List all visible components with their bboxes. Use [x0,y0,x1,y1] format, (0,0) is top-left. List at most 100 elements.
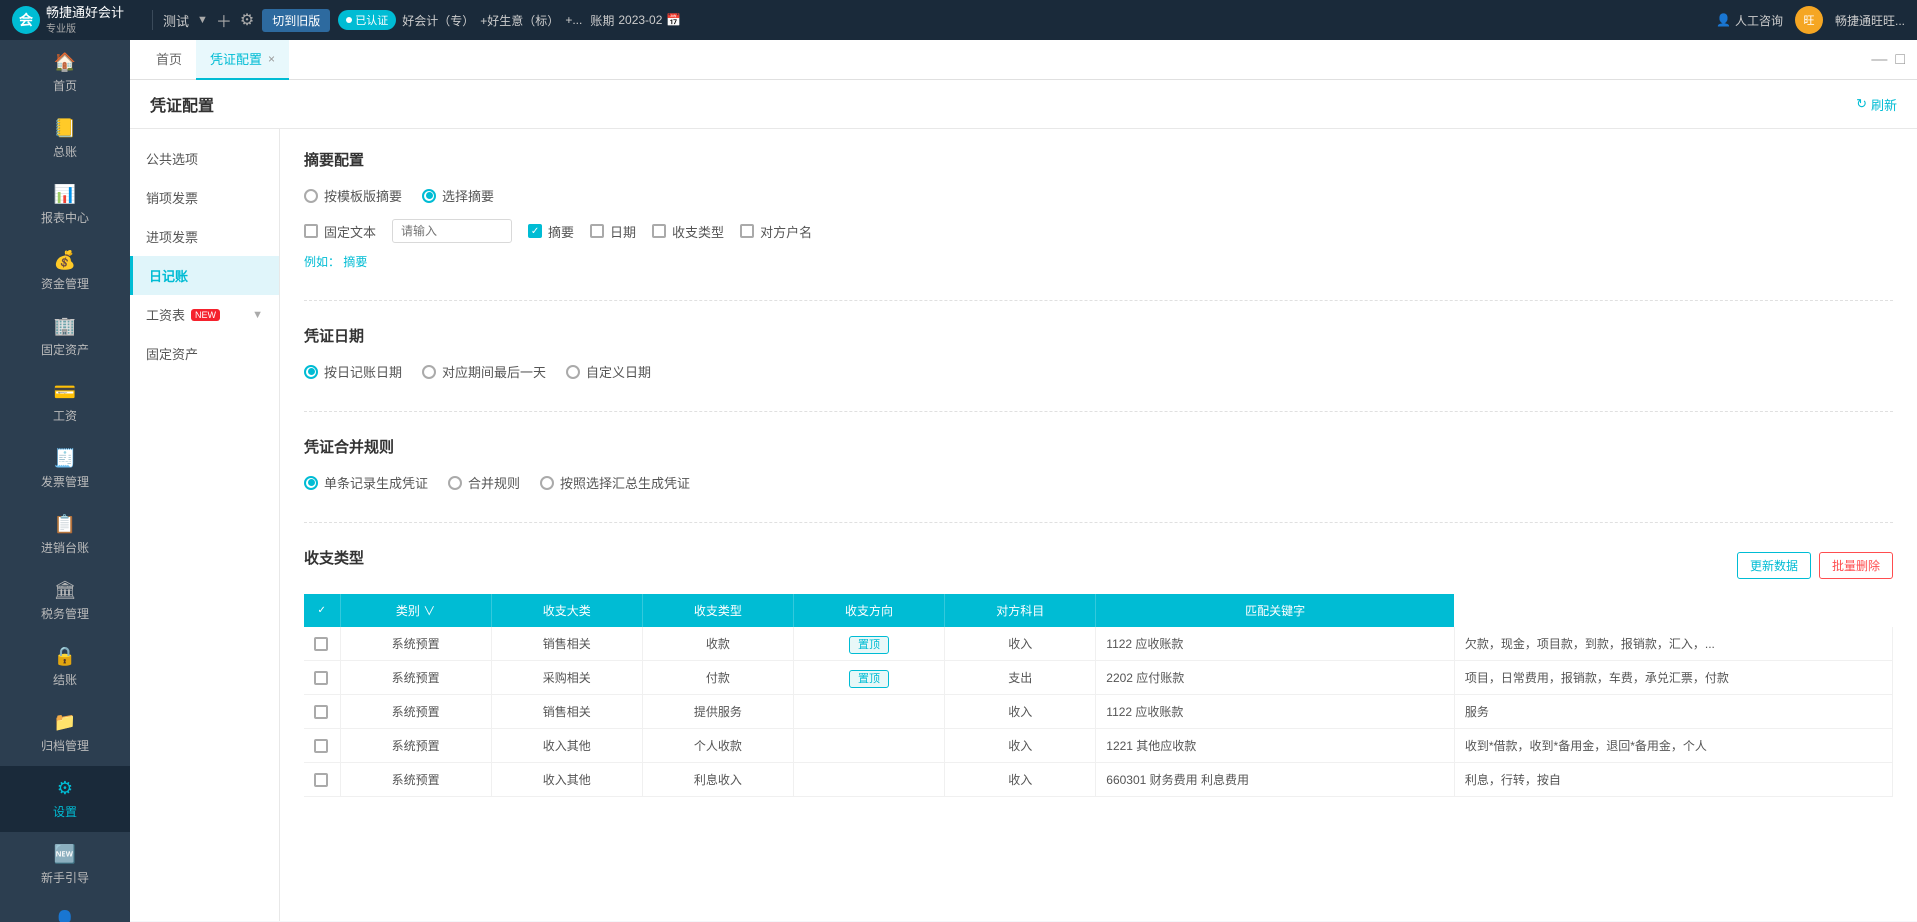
service-button[interactable]: 👤 人工咨询 [1716,12,1783,29]
top-tag-2[interactable]: 置顶 [849,670,889,688]
sidebar-item-finance[interactable]: 💰 资金管理 [0,238,130,304]
logo-text: 畅捷通好会计 专业版 [46,5,124,36]
sidebar-item-ledger[interactable]: 📒 总账 [0,106,130,172]
row-3-account: 1122 应收账款 [1096,695,1455,729]
income-expense-section: 收支类型 更新数据 批量删除 ✓ [304,547,1893,797]
row-1-tag: 置顶 [793,627,944,661]
checkbox-type[interactable]: 收支类型 [652,222,724,241]
radio-select-summary[interactable]: 选择摘要 [422,186,494,205]
menu-arrow-icon: ▼ [252,309,263,321]
checkbox-row: 固定文本 ✓ 摘要 日期 [304,219,1893,243]
config-menu-salary-table[interactable]: 工资表 NEW ▼ [130,295,279,334]
period-last-circle [422,365,436,379]
th-sub-type: 收支类型 [642,594,793,627]
radio-journal-date[interactable]: 按日记账日期 [304,362,402,381]
sidebar-item-invoice[interactable]: 🧾 发票管理 [0,436,130,502]
calendar-icon[interactable]: 📅 [666,13,681,27]
th-main-type: 收支大类 [491,594,642,627]
summary-config-section: 摘要配置 按模板版摘要 选择摘要 [304,149,1893,270]
batch-delete-button[interactable]: 批量删除 [1819,552,1893,579]
row-4-main-type: 收入其他 [491,729,642,763]
row-checkbox-4[interactable] [304,729,340,763]
config-main: 摘要配置 按模板版摘要 选择摘要 [280,129,1917,921]
radio-template-summary[interactable]: 按模板版摘要 [304,186,402,205]
sidebar-item-archive[interactable]: 📁 归档管理 [0,700,130,766]
status-tag-more: +... [565,13,582,27]
username-label[interactable]: 畅捷通旺旺... [1835,12,1905,29]
radio-custom-date[interactable]: 自定义日期 [566,362,651,381]
radio-template-circle [304,189,318,203]
divider-1 [304,300,1893,301]
avatar: 旺 [1795,6,1823,34]
close-account-icon: 🔒 [54,646,76,667]
config-menu-journal[interactable]: 日记账 [130,256,279,295]
radio-merge[interactable]: 合并规则 [448,473,520,492]
row-2-checkbox[interactable] [314,671,328,685]
checkbox-fixed-text[interactable]: 固定文本 [304,222,376,241]
page-header: 凭证配置 ↻ 刷新 [130,80,1917,129]
tab-home[interactable]: 首页 [142,40,196,80]
row-checkbox-2[interactable] [304,661,340,695]
voucher-date-options: 按日记账日期 对应期间最后一天 自定义日期 [304,362,1893,381]
select-all-checkbox[interactable]: ✓ [315,604,329,618]
sidebar-item-home[interactable]: 🏠 首页 [0,40,130,106]
config-menu-public[interactable]: 公共选项 [130,139,279,178]
radio-single[interactable]: 单条记录生成凭证 [304,473,428,492]
update-data-button[interactable]: 更新数据 [1737,552,1811,579]
th-checkbox[interactable]: ✓ [304,594,340,627]
divider-2 [304,411,1893,412]
sidebar-item-tax[interactable]: 🏛 税务管理 [0,568,130,634]
top-tag-1[interactable]: 置顶 [849,636,889,654]
config-menu-purchase[interactable]: 进项发票 [130,217,279,256]
radio-aggregate[interactable]: 按照选择汇总生成凭证 [540,473,690,492]
sidebar-item-close[interactable]: 🔒 结账 [0,634,130,700]
radio-period-last[interactable]: 对应期间最后一天 [422,362,546,381]
row-1-checkbox[interactable] [314,637,328,651]
row-3-main-type: 销售相关 [491,695,642,729]
row-2-tag: 置顶 [793,661,944,695]
row-2-account: 2202 应付账款 [1096,661,1455,695]
settings-gear-icon[interactable]: ⚙ [240,10,254,30]
tab-maximize-button[interactable]: □ [1895,51,1905,69]
top-center: 测试 ▼ ＋ ⚙ 切到旧版 已认证 好会计（专） +好生意（标） +... 账期… [163,8,1706,32]
income-expense-table: ✓ 类别 ∨ 收支大类 收支类型 收支方向 对方科目 匹配关键字 [304,594,1893,797]
row-1-keywords: 欠款，现金，项目款，到款，报销款，汇入，... [1454,627,1892,661]
sidebar-item-assets[interactable]: 🏢 固定资产 [0,304,130,370]
logo-icon: 会 [12,6,40,34]
sidebar-item-salary[interactable]: 💳 工资 [0,370,130,436]
checkbox-counterparty[interactable]: 对方户名 [740,222,812,241]
dropdown-arrow-icon[interactable]: ▼ [197,14,208,26]
tax-icon: 🏛 [54,580,77,601]
row-3-checkbox[interactable] [314,705,328,719]
row-4-checkbox[interactable] [314,739,328,753]
sidebar-item-reports[interactable]: 📊 报表中心 [0,172,130,238]
row-1-sub-type: 收款 [642,627,793,661]
row-4-account: 1221 其他应收款 [1096,729,1455,763]
top-right: 👤 人工咨询 旺 畅捷通旺旺... [1716,6,1905,34]
switch-version-button[interactable]: 切到旧版 [262,9,330,32]
row-checkbox-1[interactable] [304,627,340,661]
refresh-button[interactable]: ↻ 刷新 [1856,95,1897,114]
row-checkbox-3[interactable] [304,695,340,729]
fixed-text-input[interactable] [392,219,512,243]
checkbox-summary[interactable]: ✓ 摘要 [528,222,574,241]
config-menu-sales[interactable]: 销项发票 [130,178,279,217]
row-checkbox-5[interactable] [304,763,340,797]
tab-minimize-button[interactable]: — [1871,51,1887,69]
tab-close-icon[interactable]: × [268,52,275,66]
tab-voucher-config[interactable]: 凭证配置 × [196,40,289,80]
row-2-category: 系统预置 [340,661,491,695]
add-icon[interactable]: ＋ [216,8,232,32]
row-5-checkbox[interactable] [314,773,328,787]
sidebar-item-member[interactable]: 👤 畅会员 [0,898,130,922]
sidebar-item-guide[interactable]: 🆕 新手引导 [0,832,130,898]
config-menu-fixed-assets[interactable]: 固定资产 [130,334,279,373]
row-5-direction: 收入 [945,763,1096,797]
table-header-row: ✓ 类别 ∨ 收支大类 收支类型 收支方向 对方科目 匹配关键字 [304,594,1893,627]
row-5-tag [793,763,944,797]
checkbox-date[interactable]: 日期 [590,222,636,241]
invoice-icon: 🧾 [54,448,76,469]
sidebar-item-settings[interactable]: ⚙ 设置 [0,766,130,832]
sidebar-item-purchase[interactable]: 📋 进销台账 [0,502,130,568]
content-area: 首页 凭证配置 × — □ 凭证配置 ↻ 刷新 [130,40,1917,922]
